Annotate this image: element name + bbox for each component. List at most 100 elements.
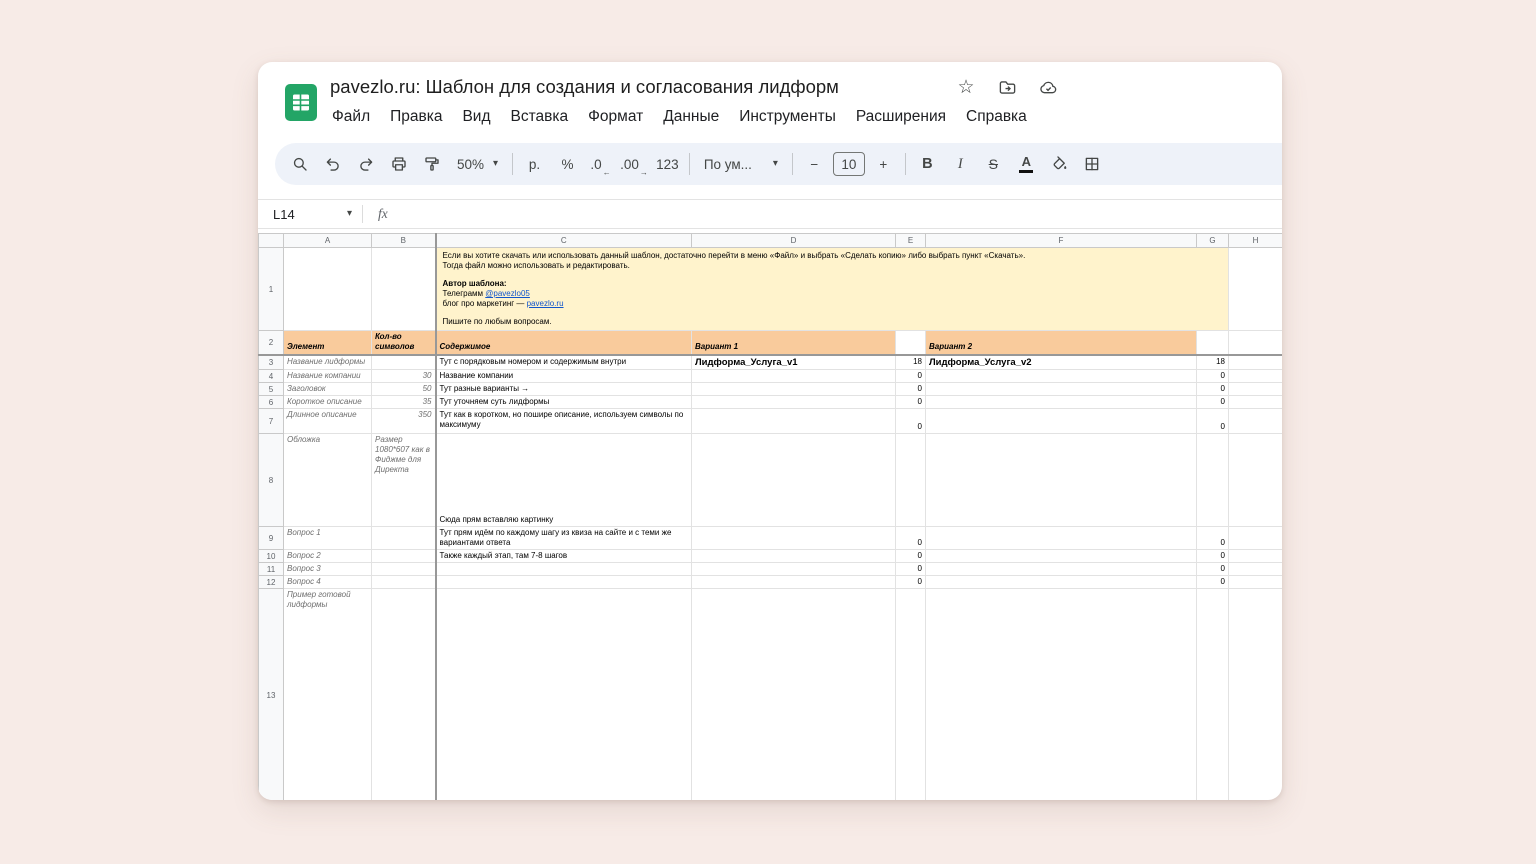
cell[interactable]	[1229, 409, 1283, 434]
column-header-h[interactable]: H	[1229, 234, 1283, 248]
cell[interactable]	[926, 409, 1197, 434]
cell[interactable]	[1229, 396, 1283, 409]
header-cell-variant2[interactable]: Вариант 2	[926, 331, 1197, 356]
decrease-font-size-button[interactable]: −	[798, 149, 831, 179]
cell-reference-box[interactable]: L14 ▾	[258, 207, 362, 222]
row-header[interactable]: 13	[259, 589, 284, 801]
cell[interactable]: 0	[896, 396, 926, 409]
cell[interactable]	[692, 589, 896, 801]
cell[interactable]: 0	[896, 527, 926, 550]
cell[interactable]	[1197, 434, 1229, 527]
row-header[interactable]: 9	[259, 527, 284, 550]
cell[interactable]: 0	[1197, 409, 1229, 434]
row-header[interactable]: 11	[259, 563, 284, 576]
cell[interactable]: Название лидформы	[284, 355, 372, 370]
cell[interactable]	[1229, 383, 1283, 396]
cell[interactable]: Заголовок	[284, 383, 372, 396]
star-icon[interactable]: ☆	[956, 77, 976, 97]
cell[interactable]: 0	[1197, 576, 1229, 589]
cell[interactable]	[1229, 563, 1283, 576]
cell[interactable]	[436, 563, 692, 576]
cell[interactable]	[692, 434, 896, 527]
cell[interactable]: 0	[1197, 563, 1229, 576]
bold-button[interactable]: B	[911, 149, 944, 179]
row-header[interactable]: 5	[259, 383, 284, 396]
header-cell-variant1[interactable]: Вариант 1	[692, 331, 896, 356]
borders-button[interactable]	[1076, 149, 1109, 179]
column-header-c[interactable]: C	[436, 234, 692, 248]
cell[interactable]: Пример готовой лидформы	[284, 589, 372, 801]
cell[interactable]	[1197, 589, 1229, 801]
menu-edit[interactable]: Правка	[380, 105, 452, 129]
zoom-select[interactable]: 50% ▾	[448, 149, 507, 179]
column-header-e[interactable]: E	[896, 234, 926, 248]
row-header[interactable]: 2	[259, 331, 284, 356]
cell[interactable]	[1229, 550, 1283, 563]
cell[interactable]	[926, 576, 1197, 589]
print-button[interactable]	[382, 149, 415, 179]
blog-link[interactable]: pavezlo.ru	[527, 299, 564, 308]
cell[interactable]	[926, 370, 1197, 383]
cell[interactable]	[926, 396, 1197, 409]
cell[interactable]	[1229, 331, 1283, 356]
number-format-button[interactable]: 123	[651, 149, 684, 179]
menu-help[interactable]: Справка	[956, 105, 1037, 129]
cell[interactable]: 30	[372, 370, 436, 383]
menu-file[interactable]: Файл	[322, 105, 380, 129]
cell[interactable]	[926, 550, 1197, 563]
cell[interactable]	[372, 563, 436, 576]
cell[interactable]	[926, 563, 1197, 576]
cell[interactable]: Тут с порядковым номером и содержимым вн…	[436, 355, 692, 370]
cell[interactable]: 0	[896, 383, 926, 396]
cell[interactable]	[372, 576, 436, 589]
decrease-decimals-button[interactable]: .0←	[584, 149, 617, 179]
cell[interactable]: Тут разные варианты →	[436, 383, 692, 396]
column-header-b[interactable]: B	[372, 234, 436, 248]
cell[interactable]	[372, 355, 436, 370]
cell[interactable]: 0	[896, 576, 926, 589]
increase-font-size-button[interactable]: +	[867, 149, 900, 179]
cell[interactable]: 0	[896, 409, 926, 434]
cell[interactable]	[1229, 434, 1283, 527]
cell[interactable]	[372, 527, 436, 550]
cell[interactable]	[284, 248, 372, 331]
row-header[interactable]: 1	[259, 248, 284, 331]
percent-format-button[interactable]: %	[551, 149, 584, 179]
cell[interactable]: 0	[896, 550, 926, 563]
cell[interactable]: Название компании	[284, 370, 372, 383]
header-cell-content[interactable]: Содержимое	[436, 331, 692, 356]
cell[interactable]	[1229, 527, 1283, 550]
cell[interactable]: Тут прям идём по каждому шагу из квиза н…	[436, 527, 692, 550]
cell[interactable]: Обложка	[284, 434, 372, 527]
move-folder-icon[interactable]	[997, 77, 1017, 97]
cell[interactable]: 35	[372, 396, 436, 409]
cell[interactable]	[896, 331, 926, 356]
cell[interactable]: Лидформа_Услуга_v2	[926, 355, 1197, 370]
cell[interactable]	[926, 434, 1197, 527]
cell[interactable]: 0	[1197, 370, 1229, 383]
cell[interactable]	[1229, 576, 1283, 589]
cell[interactable]: 18	[1197, 355, 1229, 370]
row-header[interactable]: 7	[259, 409, 284, 434]
cell[interactable]	[692, 370, 896, 383]
cell[interactable]: Лидформа_Услуга_v1	[692, 355, 896, 370]
cell[interactable]: 0	[1197, 550, 1229, 563]
cell[interactable]	[692, 396, 896, 409]
note-cell[interactable]: Если вы хотите скачать или использовать …	[436, 248, 1229, 331]
cell[interactable]	[692, 383, 896, 396]
cell[interactable]	[372, 550, 436, 563]
text-color-button[interactable]: A	[1010, 149, 1043, 179]
undo-button[interactable]	[316, 149, 349, 179]
column-header-f[interactable]: F	[926, 234, 1197, 248]
telegram-link[interactable]: @pavezlo05	[485, 289, 530, 298]
menu-format[interactable]: Формат	[578, 105, 653, 129]
cell[interactable]	[692, 409, 896, 434]
header-cell-char-count[interactable]: Кол-во символов	[372, 331, 436, 356]
cell[interactable]: Размер 1080*607 как в Фиджме для Директа	[372, 434, 436, 527]
cell[interactable]: Название компании	[436, 370, 692, 383]
cell[interactable]	[692, 563, 896, 576]
row-header[interactable]: 10	[259, 550, 284, 563]
select-all-corner[interactable]	[259, 234, 284, 248]
menu-insert[interactable]: Вставка	[501, 105, 579, 129]
menu-tools[interactable]: Инструменты	[729, 105, 846, 129]
